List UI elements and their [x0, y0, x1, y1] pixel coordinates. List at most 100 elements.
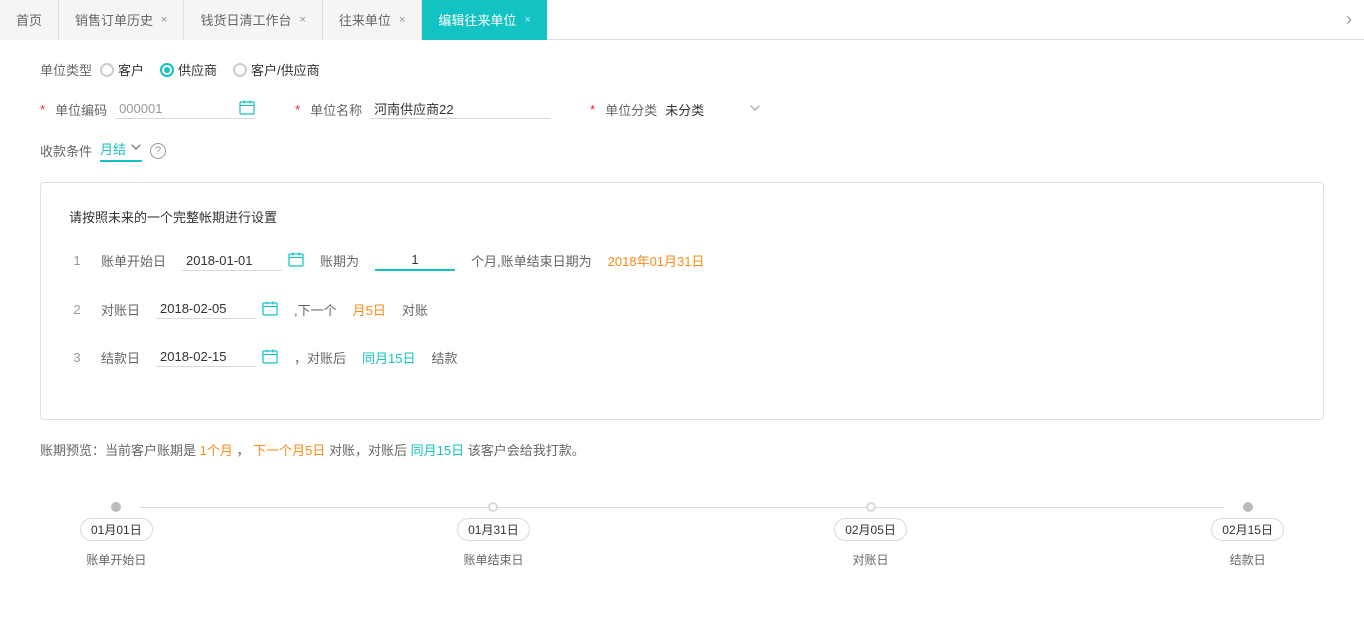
tab-cash-work-close[interactable]: ×	[299, 14, 305, 26]
timeline-date-1: 01月01日	[80, 518, 153, 541]
radio-both[interactable]: 客户/供应商	[233, 60, 320, 79]
timeline-point-1: 01月01日 账单开始日	[80, 497, 153, 568]
payment-highlight: 同月15日	[362, 348, 415, 367]
period-unit-text: 个月,账单结束日期为	[471, 251, 592, 270]
period-input[interactable]	[375, 250, 455, 271]
unit-category-select[interactable]: 未分类	[665, 100, 762, 119]
payment-date-wrap	[156, 347, 278, 367]
panel-instruction: 请按照未来的一个完整帐期进行设置	[69, 207, 1295, 226]
payment-help-icon[interactable]: ?	[150, 143, 166, 159]
tab-edit-partner-label: 编辑往来单位	[438, 10, 516, 29]
timeline-dot-3	[866, 502, 876, 512]
timeline-points: 01月01日 账单开始日 01月31日 账单结束日 02月05日 对账日 02月…	[80, 497, 1284, 568]
timeline-point-2: 01月31日 账单结束日	[457, 497, 530, 568]
timeline-point-3: 02月05日 对账日	[834, 497, 907, 568]
preview-middle2: 对账，对账后	[329, 443, 407, 458]
start-date-calendar-icon[interactable]	[288, 251, 304, 270]
period-label: 账期为	[320, 251, 359, 270]
unit-name-input[interactable]	[370, 99, 550, 119]
setting-num-2: 2	[69, 302, 85, 317]
payment-select[interactable]: 月结	[100, 139, 142, 162]
timeline-date-4: 02月15日	[1211, 518, 1284, 541]
reconcile-highlight: 月5日	[353, 300, 386, 319]
unit-code-calendar-icon[interactable]	[239, 99, 255, 118]
tab-cash-work[interactable]: 钱货日清工作台 ×	[184, 0, 322, 40]
unit-category-label: 单位分类	[605, 100, 657, 119]
tab-more-button[interactable]: ›	[1334, 9, 1364, 30]
radio-supplier-circle	[160, 63, 174, 77]
reconcile-date-input[interactable]	[156, 299, 256, 319]
unit-category-dropdown-icon	[748, 101, 762, 118]
period-end-date: 2018年01月31日	[608, 251, 705, 270]
unit-code-group: * 单位编码	[40, 99, 255, 119]
preview-part1: 1个月	[200, 443, 233, 458]
timeline-container: 01月01日 账单开始日 01月31日 账单结束日 02月05日 对账日 02月…	[40, 487, 1324, 608]
unit-info-row: * 单位编码 * 单位名称 * 单位分类	[40, 99, 1324, 119]
tab-partner-unit-label: 往来单位	[339, 10, 391, 29]
unit-category-value: 未分类	[665, 100, 704, 119]
timeline-point-4: 02月15日 结款日	[1211, 497, 1284, 568]
unit-code-input-wrap	[115, 99, 255, 119]
payment-date-label: 结款日	[101, 348, 140, 367]
main-content: 单位类型 客户 供应商 客户/供应商 * 单位编码	[0, 40, 1364, 628]
payment-chevron-icon	[130, 141, 142, 156]
preview-middle1: ，	[237, 443, 250, 458]
preview-suffix: 该客户会给我打款。	[468, 443, 585, 458]
setting-num-3: 3	[69, 350, 85, 365]
tab-edit-partner[interactable]: 编辑往来单位 ×	[422, 0, 546, 40]
reconcile-desc-suffix: 对账	[402, 300, 428, 319]
unit-code-label: 单位编码	[55, 100, 107, 119]
reconcile-calendar-icon[interactable]	[262, 300, 278, 319]
preview-part2: 下一个月5日	[253, 443, 325, 458]
radio-both-circle	[233, 63, 247, 77]
timeline-label-1: 账单开始日	[86, 551, 146, 568]
tab-bar: 首页 销售订单历史 × 钱货日清工作台 × 往来单位 × 编辑往来单位 × ›	[0, 0, 1364, 40]
unit-name-label: 单位名称	[310, 100, 362, 119]
tab-partner-unit-close[interactable]: ×	[399, 14, 405, 26]
unit-category-star: *	[590, 102, 595, 117]
tab-home-label: 首页	[16, 10, 42, 29]
start-date-label: 账单开始日	[101, 251, 166, 270]
preview-row: 账期预览：当前客户账期是 1个月 ， 下一个月5日 对账，对账后 同月15日 该…	[40, 440, 1324, 459]
unit-code-input[interactable]	[115, 99, 235, 118]
preview-prefix: 账期预览：当前客户账期是	[40, 443, 196, 458]
tab-home[interactable]: 首页	[0, 0, 59, 40]
radio-customer[interactable]: 客户	[100, 60, 144, 79]
preview-part3: 同月15日	[411, 443, 464, 458]
timeline-label-2: 账单结束日	[463, 551, 523, 568]
payment-label: 收款条件	[40, 141, 92, 160]
reconcile-desc-prefix: ,下一个	[294, 300, 337, 319]
radio-supplier-label: 供应商	[178, 60, 217, 79]
unit-type-radio-group: 客户 供应商 客户/供应商	[100, 60, 320, 79]
payment-value: 月结	[100, 139, 126, 158]
start-date-input-wrap	[182, 251, 304, 271]
timeline-dot-4	[1243, 502, 1253, 512]
payment-desc-suffix: 结款	[432, 348, 458, 367]
timeline-dot-1	[111, 502, 121, 512]
tab-sales-history-close[interactable]: ×	[161, 14, 167, 26]
tab-edit-partner-close[interactable]: ×	[524, 14, 530, 26]
tab-sales-history-label: 销售订单历史	[75, 10, 153, 29]
setting-row-1: 1 账单开始日 账期为 个月,账单结束日期为 2018年01月31日	[69, 250, 1295, 271]
reconcile-date-wrap	[156, 299, 278, 319]
settings-panel: 请按照未来的一个完整帐期进行设置 1 账单开始日 账期为 个月,账单结束日期为	[40, 182, 1324, 420]
payment-date-input[interactable]	[156, 347, 256, 367]
unit-name-group: * 单位名称	[295, 99, 550, 119]
payment-date-calendar-icon[interactable]	[262, 348, 278, 367]
radio-both-label: 客户/供应商	[251, 60, 320, 79]
payment-group: 收款条件 月结 ?	[40, 139, 166, 162]
timeline-label-3: 对账日	[853, 551, 889, 568]
timeline-date-3: 02月05日	[834, 518, 907, 541]
start-date-input[interactable]	[182, 251, 282, 271]
tab-partner-unit[interactable]: 往来单位 ×	[323, 0, 422, 40]
setting-num-1: 1	[69, 253, 85, 268]
radio-customer-circle	[100, 63, 114, 77]
unit-name-star: *	[295, 102, 300, 117]
radio-supplier[interactable]: 供应商	[160, 60, 217, 79]
unit-type-label: 单位类型	[40, 60, 92, 79]
payment-row: 收款条件 月结 ?	[40, 139, 1324, 162]
tab-sales-history[interactable]: 销售订单历史 ×	[59, 0, 184, 40]
tab-cash-work-label: 钱货日清工作台	[200, 10, 291, 29]
unit-code-star: *	[40, 102, 45, 117]
unit-type-row: 单位类型 客户 供应商 客户/供应商	[40, 60, 1324, 79]
